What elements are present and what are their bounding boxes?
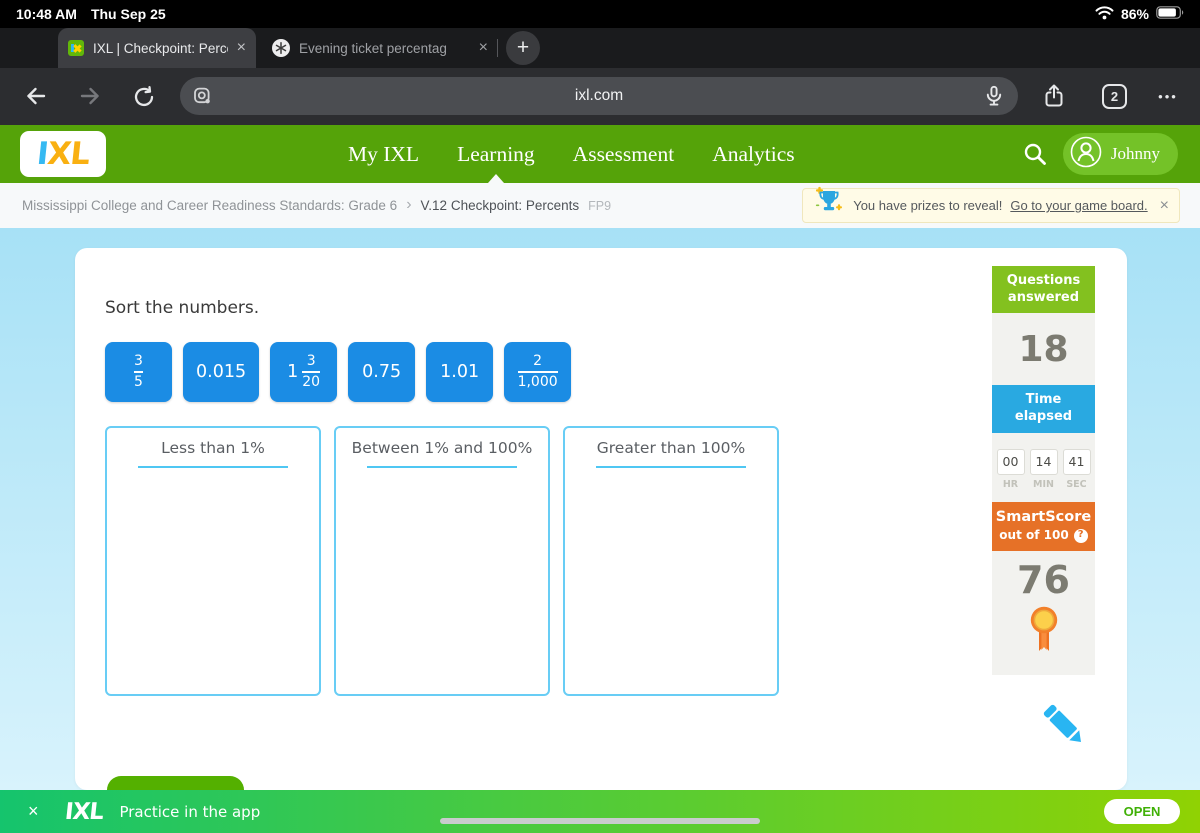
bin-between-1-and-100-percent[interactable]: Between 1% and 100%	[334, 426, 550, 696]
battery-percent: 86%	[1120, 6, 1149, 22]
ixl-header: IXL My IXL Learning Assessment Analytics	[0, 125, 1200, 183]
time-hr-value: 00	[996, 448, 1025, 475]
browser-tab-inactive[interactable]: Evening ticket percentag ×	[262, 28, 498, 68]
bin-underline	[596, 466, 746, 468]
questions-answered-header: Questions answered	[992, 266, 1095, 314]
time-sec-label: SEC	[1066, 478, 1087, 490]
tab-close-icon[interactable]: ×	[237, 40, 246, 56]
date: Thu Sep 25	[90, 6, 166, 22]
bin-less-than-1-percent[interactable]: Less than 1%	[105, 426, 321, 696]
tab-switcher-button[interactable]: 2	[1102, 84, 1127, 109]
new-tab-button[interactable]: +	[506, 31, 540, 65]
breadcrumb-standards-link[interactable]: Mississippi College and Career Readiness…	[22, 198, 397, 213]
tile-mixed-1-3-20[interactable]: 1 3 20	[270, 342, 338, 402]
questions-answered-value: 18	[1018, 328, 1069, 370]
prize-close-icon[interactable]: ×	[1160, 197, 1169, 215]
bin-underline	[367, 466, 517, 468]
tab-title: IXL | Checkpoint: Percen	[93, 40, 228, 56]
prize-notification: You have prizes to reveal! Go to your ga…	[802, 186, 1180, 223]
microphone-icon[interactable]	[982, 84, 1006, 113]
submit-button-partial[interactable]	[107, 776, 244, 790]
user-account-button[interactable]: Johnny	[1062, 133, 1178, 175]
url-text: ixl.com	[574, 87, 624, 104]
smartscore-panel: 76	[992, 551, 1095, 676]
time-min-value: 14	[1029, 448, 1058, 475]
tile-three-fifths[interactable]: 3 5	[105, 342, 172, 402]
scratchpad-pencil-icon[interactable]	[1035, 696, 1093, 758]
smartscore-value: 76	[1017, 558, 1070, 603]
nav-learning[interactable]: Learning	[457, 125, 535, 183]
back-button[interactable]	[22, 82, 50, 110]
scoreboard: Questions answered 18 Time elapsed 00 14…	[992, 266, 1095, 676]
smartscore-header: SmartScore out of 100 ?	[992, 501, 1095, 552]
share-button[interactable]	[1040, 82, 1068, 110]
time-elapsed-header: Time elapsed	[992, 385, 1095, 433]
open-app-button[interactable]: OPEN	[1104, 799, 1180, 824]
breadcrumb-bar: Mississippi College and Career Readiness…	[0, 183, 1200, 228]
browser-tab-active[interactable]: IXL | Checkpoint: Percen ×	[58, 28, 256, 68]
ixl-logo[interactable]: IXL	[20, 131, 106, 177]
chatgpt-favicon-icon	[272, 39, 290, 57]
prize-message: You have prizes to reveal!	[853, 198, 1003, 213]
tab-divider	[497, 39, 498, 57]
tile-two-thousandths[interactable]: 2 1,000	[504, 342, 572, 402]
time-min-label: MIN	[1033, 478, 1054, 490]
browser-tab-strip: IXL | Checkpoint: Percen × Evening ticke…	[0, 28, 1200, 68]
home-indicator[interactable]	[440, 818, 760, 824]
award-ribbon-icon	[992, 605, 1095, 663]
tab-close-icon[interactable]: ×	[479, 40, 488, 56]
more-menu-button[interactable]: •••	[1148, 82, 1188, 110]
nav-analytics[interactable]: Analytics	[712, 125, 794, 183]
banner-message: Practice in the app	[119, 802, 261, 821]
breadcrumb-current-skill: V.12 Checkpoint: Percents	[420, 198, 580, 213]
status-bar: 10:48 AM Thu Sep 25 86%	[0, 0, 1200, 28]
tab-title: Evening ticket percentag	[299, 40, 447, 56]
ixl-favicon-icon	[68, 40, 84, 56]
banner-close-icon[interactable]: ×	[28, 801, 39, 822]
app-install-banner: × IXL Practice in the app OPEN	[0, 790, 1200, 833]
nav-assessment[interactable]: Assessment	[573, 125, 675, 183]
question-card: Sort the numbers. 3 5 0.015 1 3 20 0.75 …	[75, 248, 1127, 790]
question-prompt: Sort the numbers.	[105, 298, 260, 318]
sort-bins: Less than 1% Between 1% and 100% Greater…	[105, 426, 779, 696]
skill-code: FP9	[588, 198, 612, 213]
tile-0-75[interactable]: 0.75	[348, 342, 416, 402]
bin-greater-than-100-percent[interactable]: Greater than 100%	[563, 426, 779, 696]
time-hr-label: HR	[1002, 478, 1019, 490]
main-nav: My IXL Learning Assessment Analytics	[348, 125, 795, 183]
browser-toolbar: ixl.com 2 •••	[0, 68, 1200, 125]
nav-my-ixl[interactable]: My IXL	[348, 125, 419, 183]
trophy-icon	[813, 184, 845, 221]
banner-ixl-logo: IXL	[63, 798, 104, 825]
username: Johnny	[1110, 144, 1160, 163]
game-board-link[interactable]: Go to your game board.	[1010, 198, 1147, 213]
bin-underline	[138, 466, 288, 468]
user-avatar-icon	[1070, 136, 1102, 173]
clock: 10:48 AM	[16, 6, 77, 22]
forward-button[interactable]	[76, 82, 104, 110]
time-elapsed-panel: 00 14 41 HR MIN SEC	[992, 432, 1095, 502]
active-tab-caret	[487, 174, 504, 183]
battery-icon	[1156, 6, 1184, 22]
search-icon[interactable]	[1022, 141, 1048, 172]
number-tiles: 3 5 0.015 1 3 20 0.75 1.01 2 1,000	[105, 342, 572, 402]
time-sec-value: 41	[1062, 448, 1091, 475]
tile-1-01[interactable]: 1.01	[426, 342, 494, 402]
chevron-right-icon: ›	[406, 195, 412, 213]
help-icon[interactable]: ?	[1073, 528, 1088, 543]
reload-button[interactable]	[130, 82, 158, 110]
breadcrumb: Mississippi College and Career Readiness…	[22, 183, 611, 228]
tile-0-015[interactable]: 0.015	[183, 342, 260, 402]
practice-background: Sort the numbers. 3 5 0.015 1 3 20 0.75 …	[0, 228, 1200, 790]
wifi-icon	[1095, 5, 1114, 23]
address-bar[interactable]: ixl.com	[180, 77, 1018, 115]
